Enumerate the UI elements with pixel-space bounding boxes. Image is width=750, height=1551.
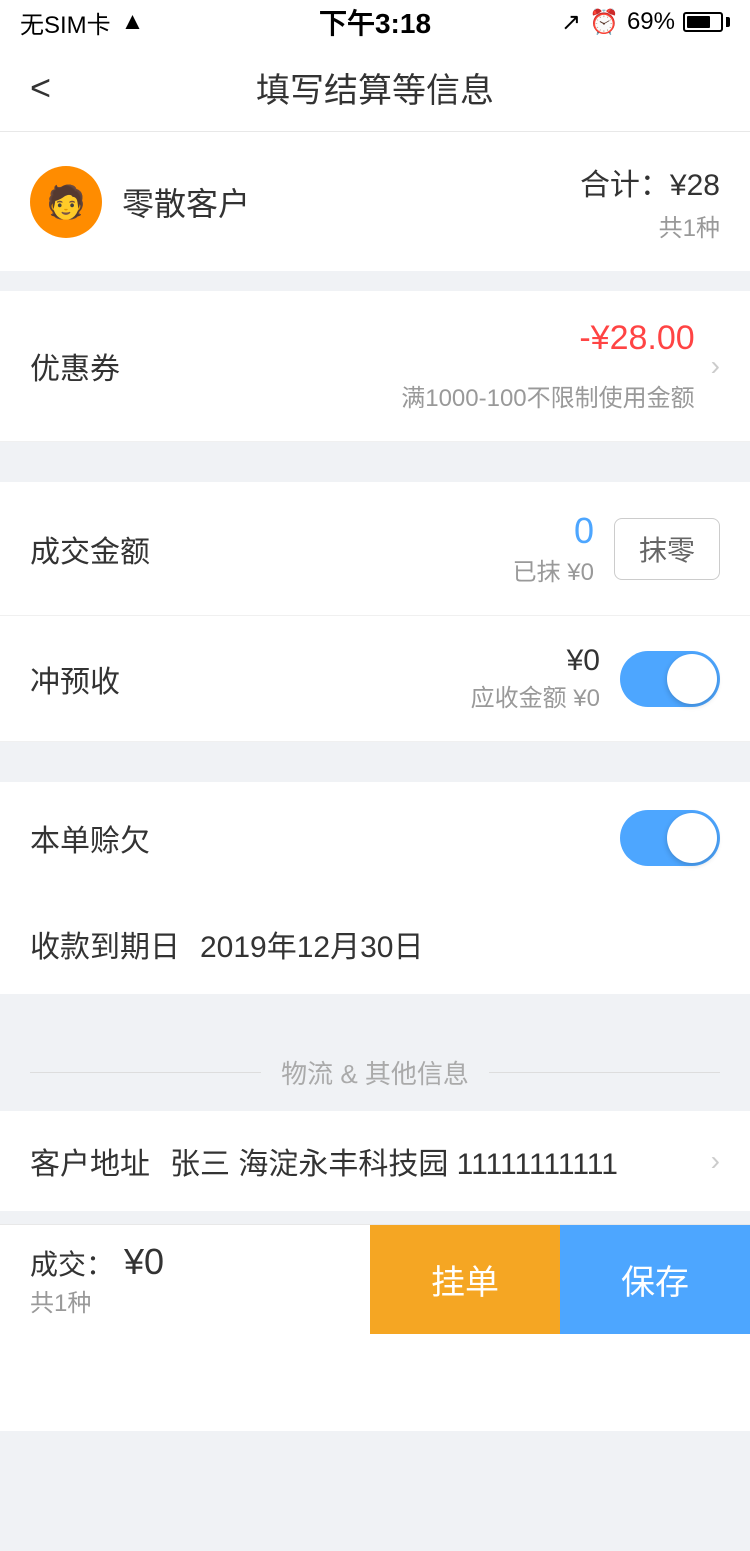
status-bar-time: 下午3:18 bbox=[319, 2, 431, 42]
transaction-amount-row: 成交金额 0 已抹 ¥0 抹零 bbox=[0, 482, 750, 616]
coupon-discount: -¥28.00 bbox=[579, 319, 694, 358]
address-value: 张三 海淀永丰科技园 11111111111 bbox=[170, 1139, 618, 1183]
customer-left: 🧑 零散客户 bbox=[30, 166, 250, 238]
bottom-summary: 成交： ¥0 共1种 bbox=[0, 1225, 370, 1334]
customer-count: 共1种 bbox=[580, 208, 720, 243]
status-bar-right: ↗ ⏰ 69% bbox=[561, 8, 730, 37]
pre-collect-toggle[interactable] bbox=[620, 651, 720, 707]
bottom-summary-count: 共1种 bbox=[30, 1283, 340, 1318]
bottom-summary-amount: ¥0 bbox=[124, 1241, 164, 1283]
status-bar-left: 无SIM卡 ▲ bbox=[20, 5, 144, 40]
alarm-icon: ⏰ bbox=[589, 8, 619, 37]
wifi-icon: ▲ bbox=[121, 8, 145, 36]
round-button[interactable]: 抹零 bbox=[614, 518, 720, 580]
customer-right: 合计：¥28 共1种 bbox=[580, 160, 720, 243]
location-icon: ↗ bbox=[561, 8, 581, 37]
battery-text: 69% bbox=[627, 8, 675, 36]
coupon-section: 优惠券 -¥28.00 满1000-100不限制使用金额 › bbox=[0, 291, 750, 442]
back-button[interactable]: < bbox=[20, 57, 61, 119]
divider-1 bbox=[0, 462, 750, 482]
pre-collect-sub: 应收金额 ¥0 bbox=[471, 678, 600, 713]
customer-name: 零散客户 bbox=[122, 179, 250, 225]
debt-label: 本单赊欠 bbox=[30, 816, 150, 860]
customer-row: 🧑 零散客户 合计：¥28 共1种 bbox=[0, 132, 750, 271]
bottom-summary-label: 成交： bbox=[30, 1243, 114, 1283]
divider-2 bbox=[0, 762, 750, 782]
address-chevron-icon: › bbox=[711, 1145, 720, 1177]
nav-bar: < 填写结算等信息 bbox=[0, 44, 750, 132]
page-title: 填写结算等信息 bbox=[256, 63, 494, 112]
divider-3 bbox=[0, 1014, 750, 1034]
bottom-summary-top: 成交： ¥0 bbox=[30, 1241, 340, 1283]
chevron-right-icon: › bbox=[711, 350, 720, 382]
debt-toggle[interactable] bbox=[620, 810, 720, 866]
coupon-label: 优惠券 bbox=[30, 344, 120, 388]
pre-collect-row: 冲预收 ¥0 应收金额 ¥0 bbox=[0, 616, 750, 742]
address-section: 客户地址 张三 海淀永丰科技园 11111111111 › bbox=[0, 1111, 750, 1211]
logistics-header: 物流 & 其他信息 bbox=[0, 1034, 750, 1111]
due-date-row: 收款到期日 2019年12月30日 bbox=[0, 894, 750, 994]
debt-row: 本单赊欠 bbox=[0, 782, 750, 894]
content: 🧑 零散客户 合计：¥28 共1种 优惠券 -¥28.00 满1000-100不… bbox=[0, 132, 750, 1551]
coupon-right: -¥28.00 满1000-100不限制使用金额 bbox=[401, 319, 694, 413]
coupon-row[interactable]: 优惠券 -¥28.00 满1000-100不限制使用金额 › bbox=[0, 291, 750, 442]
transaction-label: 成交金额 bbox=[30, 527, 150, 571]
address-label: 客户地址 bbox=[30, 1139, 150, 1183]
avatar-icon: 🧑 bbox=[46, 183, 86, 221]
save-button[interactable]: 保存 bbox=[560, 1225, 750, 1334]
due-date-label: 收款到期日 bbox=[30, 922, 180, 966]
pre-collect-info: ¥0 应收金额 ¥0 bbox=[471, 644, 600, 713]
address-left: 客户地址 张三 海淀永丰科技园 11111111111 bbox=[30, 1139, 618, 1183]
debt-section: 本单赊欠 收款到期日 2019年12月30日 bbox=[0, 782, 750, 994]
transaction-section: 成交金额 0 已抹 ¥0 抹零 冲预收 ¥0 应收金额 ¥0 bbox=[0, 482, 750, 742]
due-date-value: 2019年12月30日 bbox=[200, 922, 423, 966]
customer-total: 合计：¥28 bbox=[580, 160, 720, 204]
status-bar: 无SIM卡 ▲ 下午3:18 ↗ ⏰ 69% bbox=[0, 0, 750, 44]
address-row[interactable]: 客户地址 张三 海淀永丰科技园 11111111111 › bbox=[0, 1111, 750, 1211]
pre-collect-label: 冲预收 bbox=[30, 657, 120, 701]
toggle-knob bbox=[667, 654, 717, 704]
coupon-desc: 满1000-100不限制使用金额 bbox=[401, 378, 694, 413]
pre-collect-amount: ¥0 bbox=[471, 644, 600, 678]
transaction-value: 0 bbox=[513, 510, 594, 552]
pre-collect-right: ¥0 应收金额 ¥0 bbox=[471, 644, 720, 713]
transaction-sub: 已抹 ¥0 bbox=[513, 552, 594, 587]
battery-icon bbox=[683, 12, 730, 32]
bottom-bar: 成交： ¥0 共1种 挂单 保存 bbox=[0, 1224, 750, 1334]
debt-toggle-knob bbox=[667, 813, 717, 863]
hold-button[interactable]: 挂单 bbox=[370, 1225, 560, 1334]
logistics-title: 物流 & 其他信息 bbox=[281, 1054, 469, 1091]
carrier-text: 无SIM卡 bbox=[20, 5, 111, 40]
avatar: 🧑 bbox=[30, 166, 102, 238]
